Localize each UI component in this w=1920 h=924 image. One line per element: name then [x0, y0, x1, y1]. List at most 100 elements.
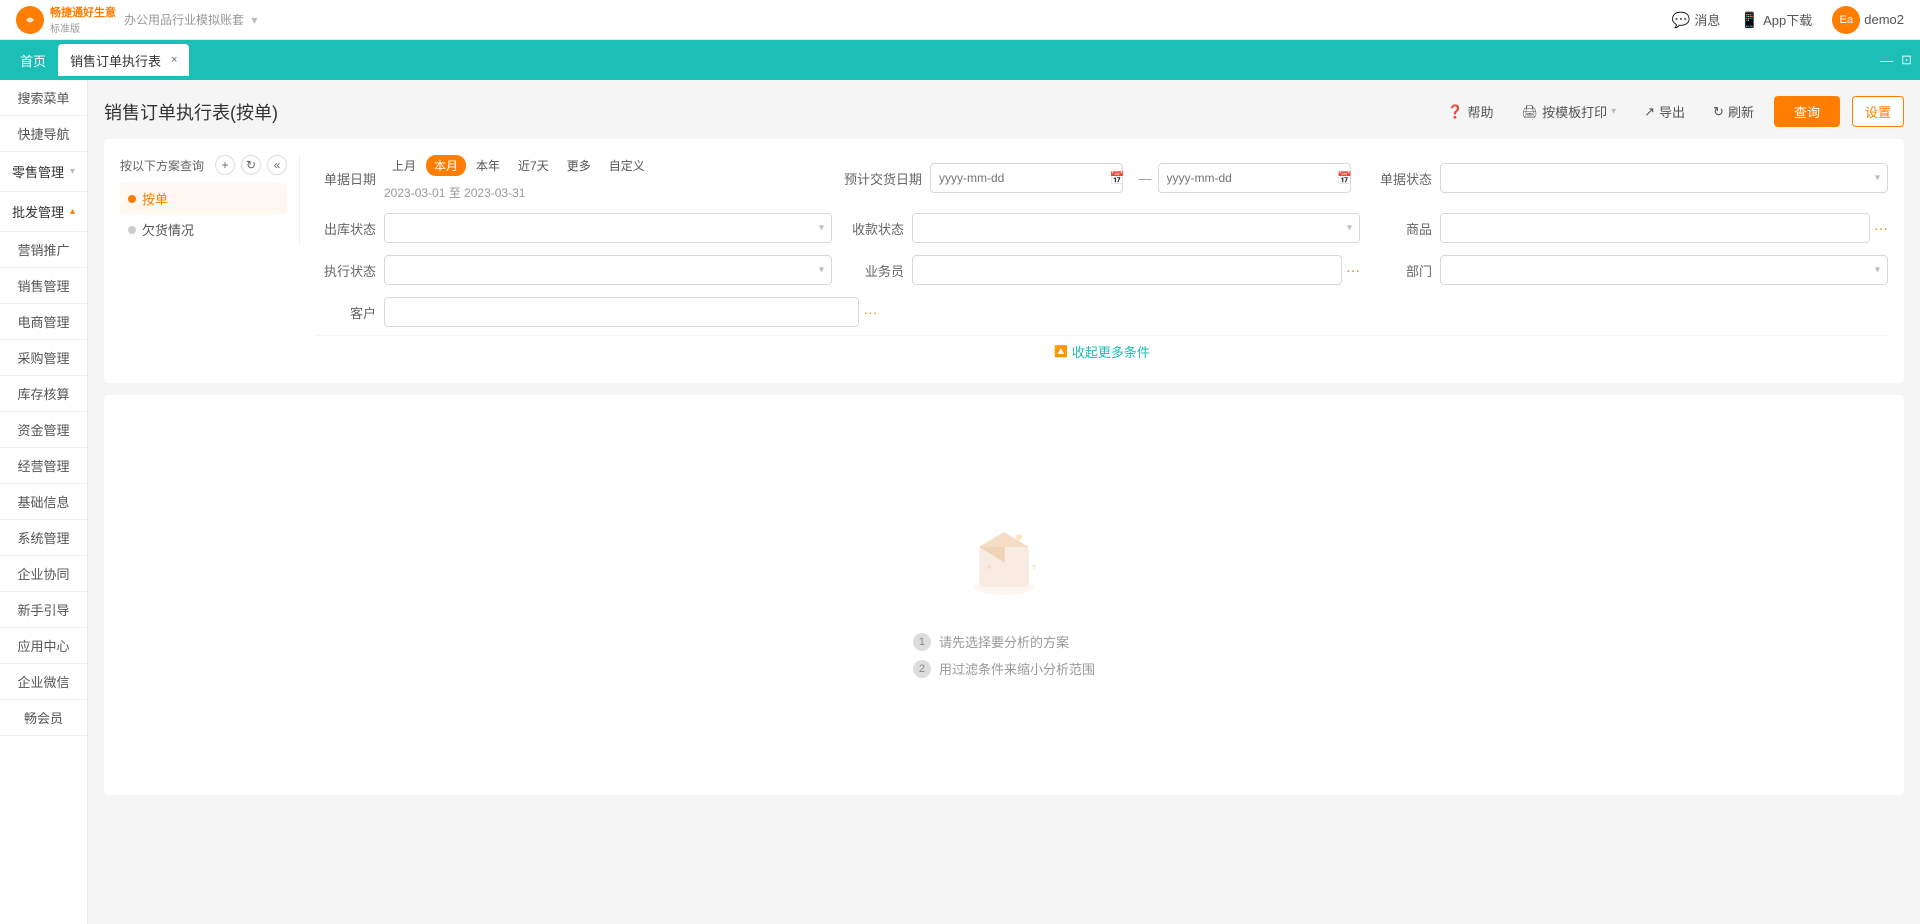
app-subtitle: 办公用品行业模拟账套 ▾ — [124, 11, 257, 28]
top-header: 畅捷通好生意 标准版 办公用品行业模拟账套 ▾ 💬 消息 📱 App下载 Ea … — [0, 0, 1920, 40]
scheme-item-backorder[interactable]: 欠货情况 — [120, 214, 287, 245]
collapse-filter-button[interactable]: 🔼 收起更多条件 — [316, 335, 1888, 367]
page-title-bar: 销售订单执行表(按单) ❓ 帮助 🖨 按模板打印 ▾ ↗ 导出 ↻ 刷新 查询 … — [104, 96, 1904, 127]
order-status-select[interactable] — [1440, 163, 1888, 193]
sidebar-item-appcenter[interactable]: 应用中心 — [0, 628, 87, 664]
empty-tip-2: 2 用过滤条件来缩小分析范围 — [913, 659, 1095, 678]
sidebar-search[interactable]: 搜索菜单 — [0, 80, 87, 116]
empty-state-container: 1 请先选择要分析的方案 2 用过滤条件来缩小分析范围 — [104, 395, 1904, 795]
filter-item-salesman: 业务员 ··· — [844, 255, 1360, 285]
tab-active[interactable]: 销售订单执行表 × — [58, 44, 189, 76]
filter-item-collect-status: 收款状态 ▾ — [844, 213, 1360, 243]
message-button[interactable]: 💬 消息 — [1672, 10, 1721, 29]
delivery-date-label: 预计交货日期 — [844, 169, 922, 188]
scheme-item-by-order[interactable]: 按单 — [120, 183, 287, 214]
goods-dots[interactable]: ··· — [1874, 220, 1888, 236]
salesman-dots[interactable]: ··· — [1346, 262, 1360, 278]
customer-input[interactable] — [384, 297, 859, 327]
order-status-label: 单据状态 — [1372, 169, 1432, 188]
help-button[interactable]: ❓ 帮助 — [1439, 98, 1501, 125]
sidebar-item-operation[interactable]: 经营管理 — [0, 448, 87, 484]
refresh-scheme-button[interactable]: ↻ — [241, 155, 261, 175]
sidebar-item-marketing[interactable]: 营销推广 — [0, 232, 87, 268]
delivery-date-start-input[interactable] — [930, 163, 1123, 193]
collapse-scheme-button[interactable]: « — [267, 155, 287, 175]
sidebar-item-quick-nav[interactable]: 快捷导航 — [0, 116, 87, 152]
date-separator: — — [1139, 171, 1152, 186]
sidebar-item-system[interactable]: 系统管理 — [0, 520, 87, 556]
sidebar-item-wechat[interactable]: 企业微信 — [0, 664, 87, 700]
date-label: 单据日期 — [316, 169, 376, 188]
page-title: 销售订单执行表(按单) — [104, 99, 278, 125]
app-download-button[interactable]: 📱 App下载 — [1740, 10, 1812, 29]
minimize-button[interactable]: — — [1880, 53, 1893, 68]
date-btn-7days[interactable]: 近7天 — [510, 155, 557, 176]
filter-left-actions: + ↻ « — [215, 155, 287, 175]
print-button[interactable]: 🖨 按模板打印 ▾ — [1514, 98, 1625, 125]
out-status-select[interactable] — [384, 213, 832, 243]
exec-status-label: 执行状态 — [316, 261, 376, 280]
filter-item-goods: 商品 ··· — [1372, 213, 1888, 243]
collect-status-select[interactable] — [912, 213, 1360, 243]
goods-label: 商品 — [1372, 219, 1432, 238]
sidebar-item-newuser[interactable]: 新手引导 — [0, 592, 87, 628]
out-status-label: 出库状态 — [316, 219, 376, 238]
add-scheme-button[interactable]: + — [215, 155, 235, 175]
date-quick-tabs: 上月 本月 本年 近7天 更多 自定义 — [384, 155, 832, 176]
sidebar-item-wholesale[interactable]: 批发管理 ▴ — [0, 192, 87, 232]
delivery-date-range: 📅 — 📅 — [930, 163, 1360, 193]
logo-text: 畅捷通好生意 标准版 — [50, 4, 116, 35]
tip-num-1: 1 — [913, 633, 931, 651]
maximize-button[interactable]: ⊡ — [1901, 52, 1912, 68]
filter-left: 按以下方案查询 + ↻ « 按单 欠货情况 — [120, 155, 300, 245]
user-menu[interactable]: Ea demo2 — [1832, 6, 1904, 34]
date-btn-thismonth[interactable]: 本月 — [426, 155, 466, 176]
customer-dots[interactable]: ··· — [863, 304, 877, 320]
main-content: 销售订单执行表(按单) ❓ 帮助 🖨 按模板打印 ▾ ↗ 导出 ↻ 刷新 查询 … — [88, 80, 1920, 924]
export-button[interactable]: ↗ 导出 — [1636, 98, 1693, 125]
active-dot — [128, 195, 136, 203]
date-btn-thisyear[interactable]: 本年 — [468, 155, 508, 176]
tab-close-icon[interactable]: × — [171, 54, 177, 66]
sidebar-item-finance[interactable]: 资金管理 — [0, 412, 87, 448]
date-btn-more[interactable]: 更多 — [559, 155, 599, 176]
header-left: 畅捷通好生意 标准版 办公用品行业模拟账套 ▾ — [16, 4, 257, 35]
customer-control: ··· — [384, 297, 877, 327]
sidebar-item-basic[interactable]: 基础信息 — [0, 484, 87, 520]
sidebar-item-corp-collab[interactable]: 企业协同 — [0, 556, 87, 592]
date-btn-custom[interactable]: 自定义 — [601, 155, 653, 176]
refresh-button[interactable]: ↻ 刷新 — [1705, 98, 1762, 125]
filter-item-delivery-date: 预计交货日期 📅 — 📅 — [844, 163, 1360, 193]
sidebar-item-purchase[interactable]: 采购管理 — [0, 340, 87, 376]
salesman-input[interactable] — [912, 255, 1342, 285]
sidebar-item-sales[interactable]: 销售管理 — [0, 268, 87, 304]
customer-label: 客户 — [316, 303, 376, 322]
user-avatar: Ea — [1832, 6, 1860, 34]
sidebar-item-member[interactable]: 畅会员 — [0, 700, 87, 736]
delivery-date-end-input[interactable] — [1158, 163, 1351, 193]
filter-item-dept: 部门 ▾ — [1372, 255, 1888, 285]
filter-item-date: 单据日期 上月 本月 本年 近7天 更多 自定义 2023-03-01 至 20… — [316, 155, 832, 201]
sidebar-item-retail[interactable]: 零售管理 ▾ — [0, 152, 87, 192]
sidebar-item-ecommerce[interactable]: 电商管理 — [0, 304, 87, 340]
filter-right: 单据日期 上月 本月 本年 近7天 更多 自定义 2023-03-01 至 20… — [300, 155, 1888, 367]
query-button[interactable]: 查询 — [1774, 96, 1840, 127]
goods-control: ··· — [1440, 213, 1888, 243]
logo-icon — [16, 6, 44, 34]
date-btn-lastmonth[interactable]: 上月 — [384, 155, 424, 176]
sidebar-item-inventory[interactable]: 库存核算 — [0, 376, 87, 412]
header-right: 💬 消息 📱 App下载 Ea demo2 — [1672, 6, 1904, 34]
filter-item-out-status: 出库状态 ▾ — [316, 213, 832, 243]
dept-select[interactable] — [1440, 255, 1888, 285]
filter-section: 按以下方案查询 + ↻ « 按单 欠货情况 — [120, 155, 1888, 367]
tab-home[interactable]: 首页 — [8, 44, 58, 76]
filter-row-3: 执行状态 ▾ 业务员 ··· — [316, 255, 1888, 285]
collect-status-label: 收款状态 — [844, 219, 904, 238]
salesman-label: 业务员 — [844, 261, 904, 280]
settings-button[interactable]: 设置 — [1852, 96, 1904, 127]
goods-input[interactable] — [1440, 213, 1870, 243]
exec-status-select[interactable] — [384, 255, 832, 285]
order-status-control: ▾ — [1440, 163, 1888, 193]
sidebar: 搜索菜单 快捷导航 零售管理 ▾ 批发管理 ▴ 营销推广 销售管理 电商管理 采… — [0, 80, 88, 924]
dept-control: ▾ — [1440, 255, 1888, 285]
